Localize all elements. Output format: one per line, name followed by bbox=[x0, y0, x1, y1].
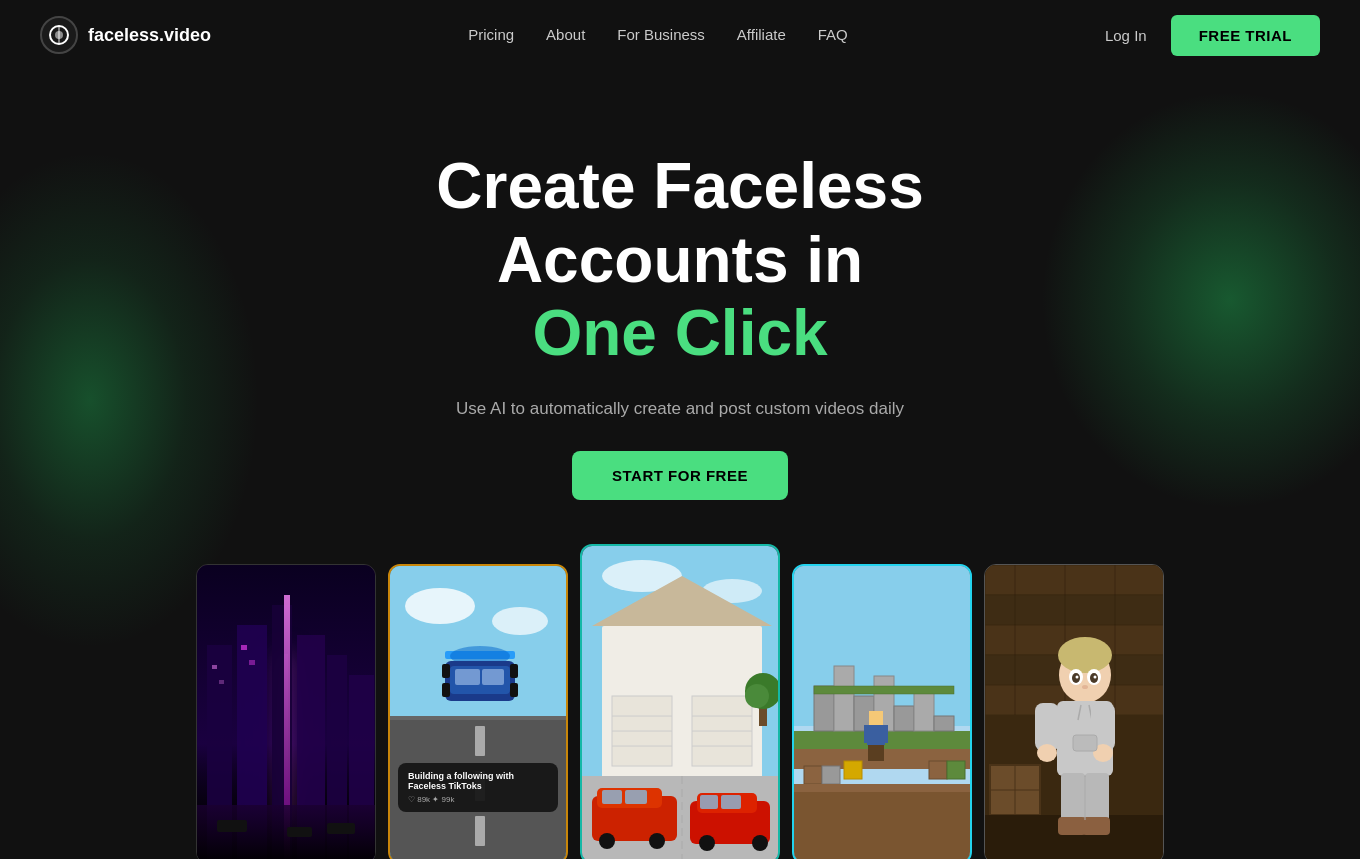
svg-rect-30 bbox=[455, 669, 480, 685]
svg-rect-123 bbox=[1082, 817, 1110, 835]
svg-rect-16 bbox=[287, 827, 312, 837]
video-cards-row: Building a following with Faceless TikTo… bbox=[196, 544, 1164, 859]
svg-rect-81 bbox=[882, 725, 888, 743]
hero-title-line1: Create Faceless Accounts in bbox=[436, 150, 923, 296]
navbar: faceless.video Pricing About For Busines… bbox=[0, 0, 1360, 70]
svg-rect-86 bbox=[929, 761, 947, 779]
svg-rect-17 bbox=[327, 823, 355, 834]
svg-rect-25 bbox=[475, 726, 485, 756]
svg-rect-116 bbox=[1035, 703, 1059, 751]
hero-subtitle: Use AI to automatically create and post … bbox=[456, 399, 904, 419]
svg-point-118 bbox=[1037, 744, 1057, 762]
card-house bbox=[580, 544, 780, 859]
svg-rect-122 bbox=[1058, 817, 1086, 835]
card2-overlay-title: Building a following with Faceless TikTo… bbox=[408, 771, 548, 791]
svg-point-62 bbox=[752, 835, 768, 851]
svg-rect-82 bbox=[868, 745, 876, 761]
svg-rect-84 bbox=[804, 766, 822, 784]
svg-rect-53 bbox=[602, 790, 622, 804]
nav-right: Log In FREE TRIAL bbox=[1105, 15, 1320, 56]
svg-rect-87 bbox=[947, 761, 965, 779]
svg-rect-34 bbox=[510, 664, 518, 678]
svg-rect-85 bbox=[822, 766, 840, 784]
logo-text: faceless.video bbox=[88, 25, 211, 46]
login-button[interactable]: Log In bbox=[1105, 27, 1147, 44]
nav-link-faq[interactable]: FAQ bbox=[818, 26, 848, 43]
nav-link-pricing[interactable]: Pricing bbox=[468, 26, 514, 43]
logo-icon bbox=[40, 16, 78, 54]
glow-right-bg bbox=[1040, 90, 1360, 510]
card3-svg bbox=[582, 546, 780, 859]
free-trial-button[interactable]: FREE TRIAL bbox=[1171, 15, 1320, 56]
card5-svg bbox=[985, 565, 1164, 859]
svg-rect-120 bbox=[1061, 773, 1085, 823]
hero-title-line2: One Click bbox=[330, 297, 1030, 371]
svg-point-112 bbox=[1082, 685, 1088, 689]
svg-rect-33 bbox=[442, 683, 450, 697]
card2-stats-text: ♡ 89k ✦ 99k bbox=[408, 795, 454, 804]
card2-background: Building a following with Faceless TikTo… bbox=[390, 566, 566, 859]
svg-rect-15 bbox=[217, 820, 247, 832]
svg-rect-92 bbox=[985, 565, 1164, 595]
svg-rect-8 bbox=[249, 660, 255, 665]
svg-rect-89 bbox=[794, 784, 972, 859]
svg-rect-77 bbox=[814, 686, 954, 694]
svg-rect-93 bbox=[985, 595, 1164, 625]
svg-rect-125 bbox=[1073, 735, 1097, 751]
svg-rect-88 bbox=[844, 761, 862, 779]
svg-rect-80 bbox=[864, 725, 870, 743]
card2-overlay: Building a following with Faceless TikTo… bbox=[398, 763, 558, 812]
svg-point-110 bbox=[1076, 675, 1079, 678]
svg-point-55 bbox=[599, 833, 615, 849]
card2-overlay-stats: ♡ 89k ✦ 99k bbox=[408, 795, 548, 804]
svg-rect-78 bbox=[869, 711, 883, 725]
svg-rect-59 bbox=[700, 795, 718, 809]
svg-point-20 bbox=[492, 607, 548, 635]
card-child bbox=[984, 564, 1164, 859]
svg-point-56 bbox=[649, 833, 665, 849]
svg-rect-71 bbox=[834, 666, 854, 731]
city-svg bbox=[197, 565, 376, 859]
nav-link-about[interactable]: About bbox=[546, 26, 585, 43]
svg-rect-75 bbox=[914, 691, 934, 731]
svg-rect-5 bbox=[219, 680, 224, 684]
svg-rect-31 bbox=[482, 669, 504, 685]
svg-rect-76 bbox=[934, 716, 954, 731]
svg-rect-83 bbox=[876, 745, 884, 761]
svg-rect-90 bbox=[794, 784, 972, 792]
svg-point-61 bbox=[699, 835, 715, 851]
logo[interactable]: faceless.video bbox=[40, 16, 211, 54]
card-minecraft bbox=[792, 564, 972, 859]
svg-rect-4 bbox=[212, 665, 217, 669]
svg-rect-24 bbox=[390, 716, 568, 720]
start-for-free-button[interactable]: START FOR FREE bbox=[572, 451, 788, 500]
card-car-chase: Building a following with Faceless TikTo… bbox=[388, 564, 568, 859]
svg-rect-7 bbox=[241, 645, 247, 650]
card4-svg bbox=[794, 566, 972, 859]
svg-point-19 bbox=[405, 588, 475, 624]
hero-title: Create Faceless Accounts in One Click bbox=[330, 150, 1030, 371]
svg-point-105 bbox=[1058, 637, 1112, 673]
svg-rect-35 bbox=[510, 683, 518, 697]
svg-rect-27 bbox=[475, 816, 485, 846]
svg-rect-32 bbox=[442, 664, 450, 678]
svg-rect-74 bbox=[894, 706, 914, 731]
nav-link-for-business[interactable]: For Business bbox=[617, 26, 705, 43]
svg-rect-121 bbox=[1085, 773, 1109, 823]
nav-links: Pricing About For Business Affiliate FAQ bbox=[468, 26, 848, 44]
svg-point-111 bbox=[1094, 675, 1097, 678]
card2-svg bbox=[390, 566, 568, 859]
svg-rect-60 bbox=[721, 795, 741, 809]
nav-link-affiliate[interactable]: Affiliate bbox=[737, 26, 786, 43]
svg-point-65 bbox=[745, 684, 769, 708]
card-cyberpunk bbox=[196, 564, 376, 859]
hero-section: Create Faceless Accounts in One Click Us… bbox=[0, 70, 1360, 859]
svg-rect-54 bbox=[625, 790, 647, 804]
